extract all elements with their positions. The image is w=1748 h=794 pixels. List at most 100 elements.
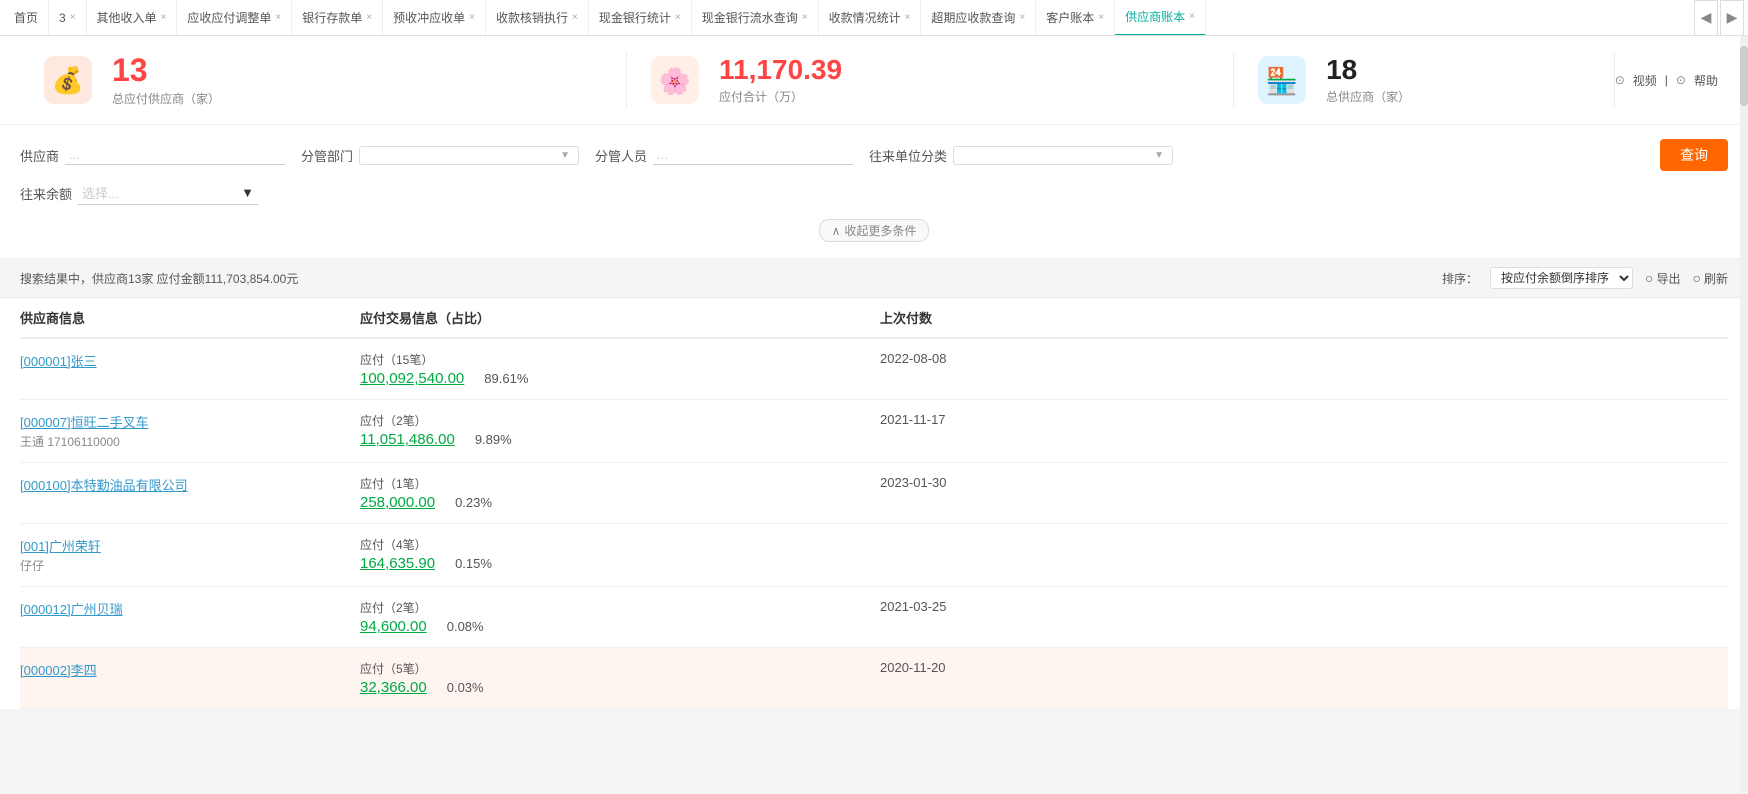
stat-number-total-suppliers: 18: [1326, 55, 1410, 86]
filter-category: 往来单位分类 ▼: [869, 146, 1173, 165]
nav-tab-3[interactable]: 3 ×: [49, 0, 87, 36]
refresh-button[interactable]: ○ 刷新: [1693, 270, 1728, 287]
sort-label: 排序：: [1442, 270, 1478, 287]
nav-tab-receipt-label: 收款核销执行: [496, 9, 568, 26]
query-button[interactable]: 查询: [1660, 139, 1728, 171]
nav-tab-overdue[interactable]: 超期应收款查询 ×: [921, 0, 1036, 36]
nav-tab-customer-book[interactable]: 客户账本 ×: [1036, 0, 1115, 36]
dept-select[interactable]: ▼: [359, 146, 579, 165]
trade-amount-4: 94,600.00: [360, 618, 427, 635]
nav-tab-cash-flow[interactable]: 现金银行流水查询 ×: [692, 0, 819, 36]
trade-percent-4: 0.08%: [447, 619, 484, 634]
nav-tab-adjust[interactable]: 应收应付调整单 ×: [177, 0, 292, 36]
trade-amount-link-5[interactable]: 32,366.00: [360, 679, 427, 696]
lastpay-4: 2021-03-25: [880, 599, 1728, 614]
balance-select[interactable]: 选择... ▼: [78, 181, 258, 205]
close-icon[interactable]: ×: [905, 12, 911, 23]
supplier-link-2[interactable]: [000100]本特勤油品有限公司: [20, 478, 188, 493]
trade-amount-link-1[interactable]: 11,051,486.00: [360, 431, 455, 448]
nav-tab-receipt[interactable]: 收款核销执行 ×: [486, 0, 589, 36]
payable-total-icon: 🌸: [647, 52, 703, 108]
filter-row-2: 往来余额 选择... ▼: [20, 181, 1728, 205]
nav-tab-supplier-book[interactable]: 供应商账本 ×: [1115, 0, 1206, 36]
trade-percent-0: 89.61%: [484, 371, 528, 386]
trade-label-2: 应付（1笔）: [360, 475, 880, 492]
nav-tab-cash-stat[interactable]: 现金银行统计 ×: [589, 0, 692, 36]
trade-info-4: 应付（2笔） 94,600.00 0.08%: [360, 599, 880, 635]
video-link[interactable]: 视频: [1633, 72, 1657, 89]
close-icon[interactable]: ×: [802, 12, 808, 23]
supplier-link-3[interactable]: [001]广州荣轩: [20, 539, 101, 554]
nav-tab-bank-deposit-label: 银行存款单: [302, 9, 362, 26]
close-icon[interactable]: ×: [275, 12, 281, 23]
close-icon[interactable]: ×: [572, 12, 578, 23]
nav-tab-other-income-label: 其他收入单: [97, 9, 157, 26]
trade-label-0: 应付（15笔）: [360, 351, 880, 368]
nav-tab-bank-deposit[interactable]: 银行存款单 ×: [292, 0, 383, 36]
trade-amount-link-0[interactable]: 100,092,540.00: [360, 370, 464, 387]
close-icon[interactable]: ×: [1189, 11, 1195, 22]
supplier-link-1[interactable]: [000007]恒旺二手叉车: [20, 415, 149, 430]
close-icon[interactable]: ×: [366, 12, 372, 23]
trade-label-3: 应付（4笔）: [360, 536, 880, 553]
nav-tab-home[interactable]: 首页: [4, 0, 49, 36]
supplier-name-3: [001]广州荣轩: [20, 536, 360, 555]
trade-label-4: 应付（2笔）: [360, 599, 880, 616]
data-table: 供应商信息 应付交易信息（占比） 上次付数 [000001]张三 应付（15笔）…: [0, 298, 1748, 709]
nav-prev-button[interactable]: ◀: [1694, 0, 1718, 36]
close-icon[interactable]: ×: [675, 12, 681, 23]
supplier-link-0[interactable]: [000001]张三: [20, 354, 97, 369]
filter-area: 供应商 分管部门 ▼ 分管人员 往来单位分类 ▼ 查询 往来: [0, 125, 1748, 259]
trade-label-1: 应付（2笔）: [360, 412, 880, 429]
close-icon[interactable]: ×: [70, 12, 76, 23]
supplier-sub-1: 王通 17106110000: [20, 433, 360, 450]
collapse-button[interactable]: ∧ 收起更多条件: [819, 219, 930, 242]
category-select[interactable]: ▼: [953, 146, 1173, 165]
stats-bar: 💰 13 总应付供应商（家） 🌸 11,170.39 应付合计（万） 🏪: [0, 36, 1748, 125]
nav-tab-3-label: 3: [59, 11, 66, 25]
close-icon[interactable]: ×: [161, 12, 167, 23]
supplier-info-0: [000001]张三: [20, 351, 360, 370]
supplier-sub-3: 仔仔: [20, 557, 360, 574]
close-icon[interactable]: ×: [469, 12, 475, 23]
nav-tab-adjust-label: 应收应付调整单: [187, 9, 271, 26]
supplier-link-5[interactable]: [000002]李四: [20, 663, 97, 678]
stat-info-payable-suppliers: 13 总应付供应商（家）: [112, 53, 220, 107]
nav-tab-advance[interactable]: 预收冲应收单 ×: [383, 0, 486, 36]
lastpay-0: 2022-08-08: [880, 351, 1728, 366]
supplier-name-2: [000100]本特勤油品有限公司: [20, 475, 360, 494]
trade-amount-2: 258,000.00: [360, 494, 435, 511]
stat-label-payable-suppliers: 总应付供应商（家）: [112, 90, 220, 107]
scrollbar-thumb[interactable]: [1740, 46, 1748, 106]
table-row: [001]广州荣轩 仔仔 应付（4笔） 164,635.90 0.15%: [20, 524, 1728, 587]
sort-select[interactable]: 按应付余额倒序排序: [1490, 267, 1633, 289]
trade-amount-link-2[interactable]: 258,000.00: [360, 494, 435, 511]
nav-next-button[interactable]: ▶: [1720, 0, 1744, 36]
close-icon[interactable]: ×: [1019, 12, 1025, 23]
trade-info-3: 应付（4笔） 164,635.90 0.15%: [360, 536, 880, 572]
filter-balance: 往来余额 选择... ▼: [20, 181, 258, 205]
nav-tab-other-income[interactable]: 其他收入单 ×: [87, 0, 178, 36]
supplier-input[interactable]: [65, 145, 285, 165]
trade-amount-link-3[interactable]: 164,635.90: [360, 555, 435, 572]
trade-percent-5: 0.03%: [447, 680, 484, 695]
supplier-link-4[interactable]: [000012]广州贝瑞: [20, 602, 123, 617]
nav-tab-recv-stat[interactable]: 收款情况统计 ×: [819, 0, 922, 36]
person-input[interactable]: [653, 145, 853, 165]
table-row: [000001]张三 应付（15笔） 100,092,540.00 89.61%…: [20, 339, 1728, 400]
stat-card-total-suppliers: 🏪 18 总供应商（家）: [1234, 52, 1615, 108]
supplier-name-4: [000012]广州贝瑞: [20, 599, 360, 618]
result-summary: 搜索结果中，供应商13家 应付金额111,703,854.00元: [20, 270, 298, 287]
help-link[interactable]: 帮助: [1694, 72, 1718, 89]
close-icon[interactable]: ×: [1098, 12, 1104, 23]
result-actions: 排序： 按应付余额倒序排序 ○ 导出 ○ 刷新: [1442, 267, 1728, 289]
collapse-label: 收起更多条件: [844, 222, 916, 239]
export-button[interactable]: ○ 导出: [1645, 270, 1680, 287]
trade-amount-link-4[interactable]: 94,600.00: [360, 618, 427, 635]
supplier-info-5: [000002]李四: [20, 660, 360, 679]
scrollbar[interactable]: [1740, 36, 1748, 794]
stat-number-payable-suppliers: 13: [112, 53, 220, 88]
trade-info-2: 应付（1笔） 258,000.00 0.23%: [360, 475, 880, 511]
filter-supplier: 供应商: [20, 145, 285, 165]
supplier-info-4: [000012]广州贝瑞: [20, 599, 360, 618]
